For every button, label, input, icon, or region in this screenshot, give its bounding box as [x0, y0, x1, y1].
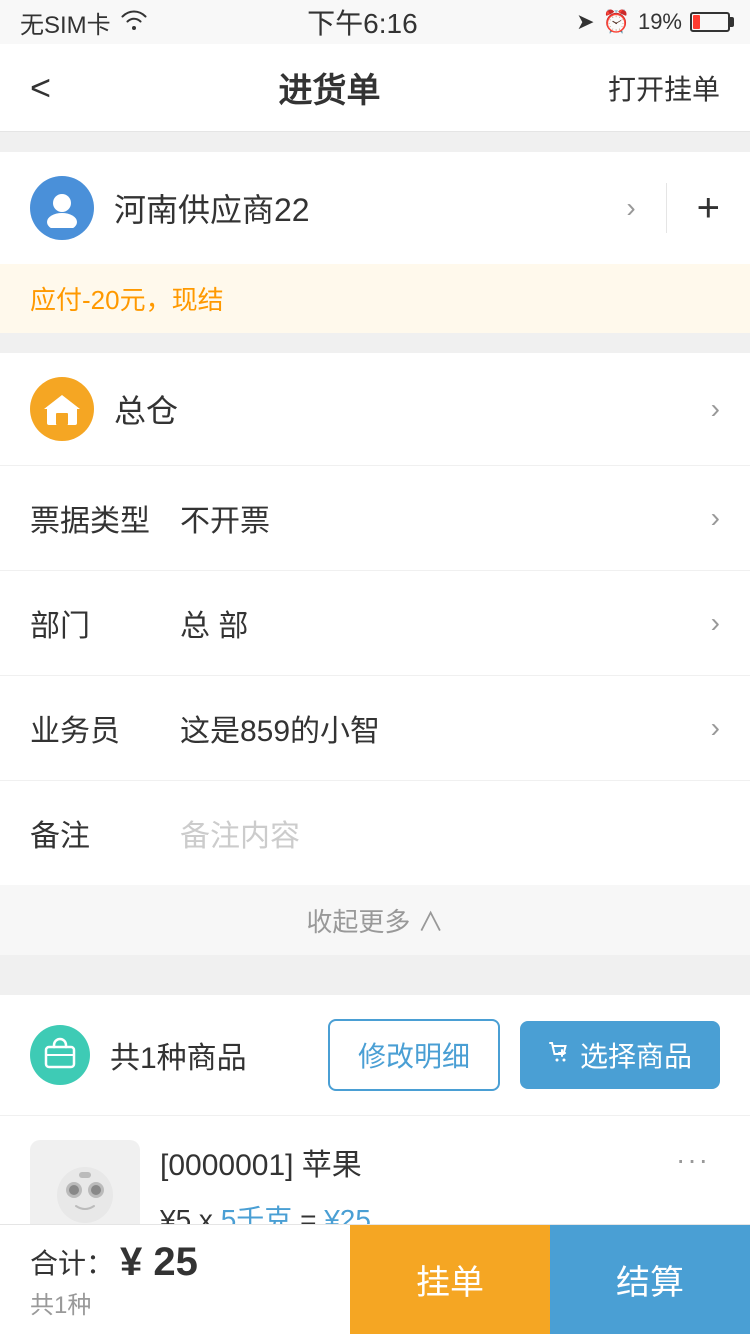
battery-text: 19%	[638, 9, 682, 35]
dept-row[interactable]: 部门 总 部 ›	[0, 570, 750, 675]
pending-label: 挂单	[416, 1255, 484, 1304]
remark-label: 备注	[30, 811, 170, 855]
status-bar: 无SIM卡 下午6:16 ➤ ⏰ 19%	[0, 0, 750, 44]
supplier-avatar	[30, 176, 94, 240]
product-title: 苹果	[302, 1149, 362, 1182]
products-icon	[30, 1025, 90, 1085]
product-name: [0000001] 苹果	[160, 1140, 646, 1184]
dept-label: 部门	[30, 601, 170, 645]
invoice-row[interactable]: 票据类型 不开票 ›	[0, 465, 750, 570]
footer: 合计： ¥ 25 共1种 挂单 结算	[0, 1224, 750, 1334]
select-products-button[interactable]: 选择商品	[520, 1021, 720, 1089]
edit-details-button[interactable]: 修改明细	[328, 1019, 500, 1091]
supplier-section: 河南供应商22 › + 应付-20元，现结	[0, 152, 750, 333]
cart-icon	[548, 1039, 572, 1071]
gap-1	[0, 132, 750, 152]
sales-value: 这是859的小智	[170, 706, 711, 750]
carrier-text: 无SIM卡	[20, 5, 111, 40]
warehouse-icon	[30, 377, 94, 441]
notice-text: 应付-20元，现结	[30, 285, 224, 315]
dept-value: 总 部	[170, 601, 711, 645]
products-header: 共1种商品 修改明细 选择商品	[0, 995, 750, 1115]
supplier-chevron-icon: ›	[626, 192, 635, 224]
invoice-label: 票据类型	[30, 496, 170, 540]
status-right: ➤ ⏰ 19%	[576, 9, 730, 35]
warehouse-name: 总仓	[114, 386, 711, 432]
sales-label: 业务员	[30, 706, 170, 750]
location-icon: ➤	[576, 9, 594, 35]
collapse-label: 收起更多 ∧	[306, 902, 443, 939]
supplier-name: 河南供应商22	[114, 185, 626, 231]
sales-row[interactable]: 业务员 这是859的小智 ›	[0, 675, 750, 780]
open-pending-button[interactable]: 打开挂单	[608, 68, 720, 108]
invoice-chevron-icon: ›	[711, 502, 720, 534]
sales-chevron-icon: ›	[711, 712, 720, 744]
vertical-divider	[666, 183, 667, 233]
product-id: [0000001]	[160, 1149, 302, 1182]
notice-bar: 应付-20元，现结	[0, 264, 750, 333]
gap-2	[0, 955, 750, 975]
dept-chevron-icon: ›	[711, 607, 720, 639]
warehouse-chevron-icon: ›	[711, 393, 720, 425]
total-count: 共1种	[30, 1285, 320, 1320]
total-prefix: 合计：	[30, 1242, 114, 1282]
status-time: 下午6:16	[307, 2, 418, 42]
battery-icon	[690, 12, 730, 32]
pending-button[interactable]: 挂单	[350, 1225, 550, 1334]
collapse-button[interactable]: 收起更多 ∧	[0, 885, 750, 955]
add-button[interactable]: +	[697, 186, 720, 231]
nav-bar: < 进货单 打开挂单	[0, 44, 750, 132]
total-amount: ¥ 25	[120, 1240, 198, 1285]
invoice-value: 不开票	[170, 496, 711, 540]
product-more-button[interactable]: ···	[666, 1140, 720, 1180]
checkout-button[interactable]: 结算	[550, 1225, 750, 1334]
footer-total: 合计： ¥ 25 共1种	[0, 1225, 350, 1334]
products-count: 共1种商品	[110, 1033, 308, 1077]
checkout-label: 结算	[616, 1255, 684, 1304]
form-section: 票据类型 不开票 › 部门 总 部 › 业务员 这是859的小智 › 备注 备注…	[0, 465, 750, 885]
alarm-icon: ⏰	[603, 9, 630, 35]
select-products-label: 选择商品	[580, 1035, 692, 1075]
wifi-icon	[119, 8, 149, 37]
supplier-row[interactable]: 河南供应商22 › +	[0, 152, 750, 264]
status-left: 无SIM卡	[20, 5, 149, 40]
remark-row[interactable]: 备注 备注内容	[0, 780, 750, 885]
warehouse-row[interactable]: 总仓 ›	[0, 353, 750, 465]
remark-input[interactable]: 备注内容	[170, 811, 720, 855]
back-button[interactable]: <	[30, 67, 51, 109]
page-title: 进货单	[279, 63, 381, 112]
total-label-row: 合计： ¥ 25	[30, 1240, 320, 1285]
